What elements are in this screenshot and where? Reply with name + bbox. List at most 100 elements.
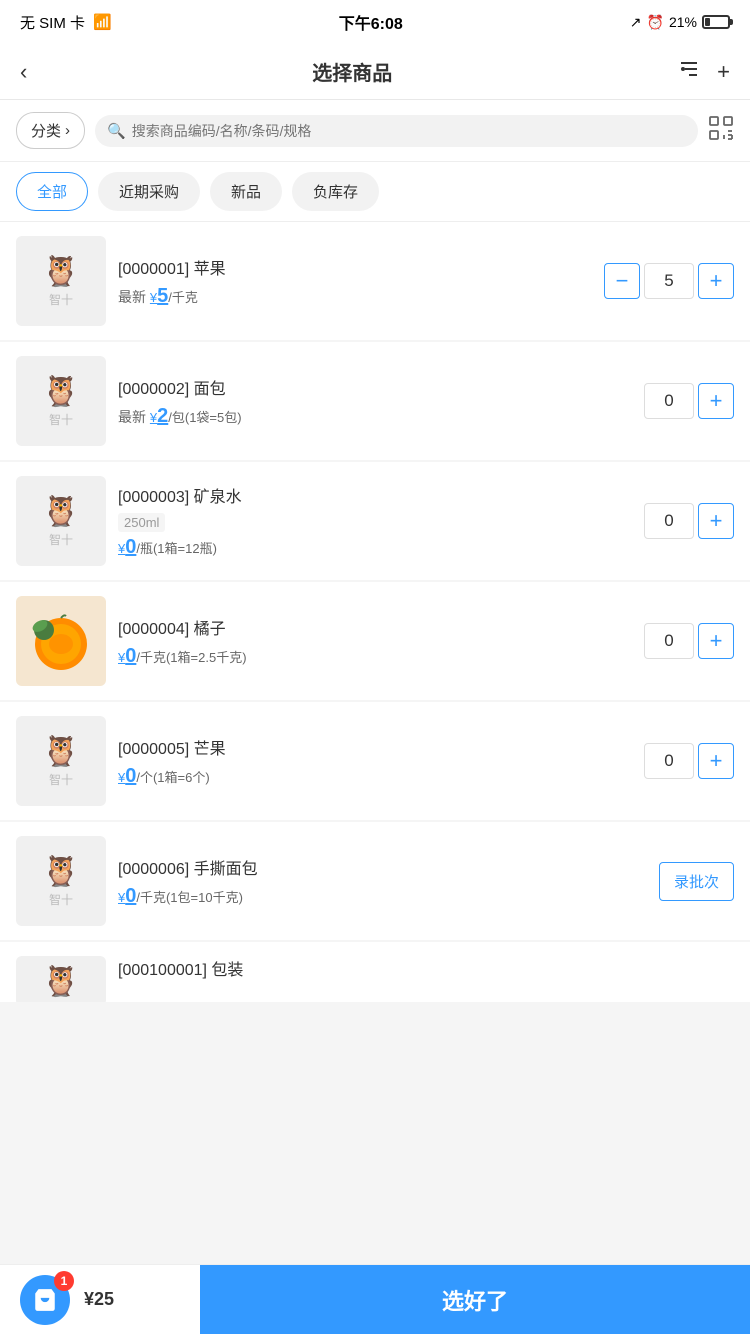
product-list: 🦉 智十 [0000001] 苹果 最新 ¥5/千克 − + 🦉 智十 [000… (0, 222, 750, 1002)
category-arrow: › (65, 122, 70, 139)
battery-percent: 21% (669, 14, 697, 30)
owl-placeholder: 🦉 智十 (16, 236, 106, 326)
quantity-input[interactable] (644, 263, 694, 299)
quantity-display: 0 (644, 503, 694, 539)
list-item: 🦉 智十 [0000005] 芒果 ¥0/个(1箱=6个) 0 + (0, 702, 750, 820)
quantity-increase-button[interactable]: + (698, 623, 734, 659)
product-thumbnail: 🦉 智十 (16, 836, 106, 926)
quantity-control: 0 + (640, 743, 734, 779)
bottom-bar: 1 ¥25 选好了 (0, 1264, 750, 1334)
add-button[interactable]: + (717, 59, 730, 85)
quantity-increase-button[interactable]: + (698, 263, 734, 299)
owl-icon: 🦉 (42, 964, 79, 999)
cart-button[interactable]: 1 (20, 1275, 70, 1325)
price-unit: /千克 (168, 290, 198, 305)
product-name: [0000004] 橘子 (118, 615, 628, 639)
status-right: ↗ ⏰ 21% (630, 14, 730, 31)
list-item: 🦉 智十 [0000003] 矿泉水 250ml ¥0/瓶(1箱=12瓶) 0 … (0, 462, 750, 580)
price-value: 2 (157, 405, 168, 427)
search-icon: 🔍 (107, 122, 126, 140)
product-thumbnail: 🦉 智十 (16, 356, 106, 446)
product-thumbnail: 🦉 智十 (16, 476, 106, 566)
product-info: [0000001] 苹果 最新 ¥5/千克 (118, 255, 592, 308)
scan-button[interactable] (708, 115, 734, 147)
quantity-increase-button[interactable]: + (698, 503, 734, 539)
quantity-display: 0 (644, 743, 694, 779)
confirm-button[interactable]: 选好了 (200, 1265, 750, 1334)
search-box: 🔍 (95, 115, 698, 147)
tab-recent[interactable]: 近期采购 (98, 172, 200, 211)
product-price: ¥0/瓶(1箱=12瓶) (118, 536, 628, 559)
quantity-increase-button[interactable]: + (698, 743, 734, 779)
price-label: 最新 (118, 289, 146, 305)
price-value: 0 (125, 645, 136, 667)
product-price: ¥0/个(1箱=6个) (118, 765, 628, 788)
owl-icon: 🦉 (42, 254, 79, 289)
list-item: 🦉 智十 [0000002] 面包 最新 ¥2/包(1袋=5包) 0 + (0, 342, 750, 460)
status-bar: 无 SIM 卡 📶 下午6:08 ↗ ⏰ 21% (0, 0, 750, 44)
category-button[interactable]: 分类 › (16, 112, 85, 149)
product-price: ¥0/千克(1包=10千克) (118, 885, 647, 908)
back-button[interactable]: ‹ (20, 59, 27, 85)
category-label: 分类 (31, 120, 61, 141)
cart-area: 1 ¥25 (0, 1275, 200, 1325)
cart-badge: 1 (54, 1271, 74, 1291)
list-item: [0000004] 橘子 ¥0/千克(1箱=2.5千克) 0 + (0, 582, 750, 700)
owl-placeholder: 🦉 智十 (16, 476, 106, 566)
tabs-bar: 全部 近期采购 新品 负库存 (0, 162, 750, 222)
cart-icon (32, 1287, 58, 1313)
cart-total: ¥25 (84, 1289, 114, 1310)
product-thumbnail: 🦉 智十 (16, 236, 106, 326)
product-spec: 250ml (118, 513, 165, 532)
owl-icon: 🦉 (42, 494, 79, 529)
price-value: 0 (125, 765, 136, 787)
price-value: 0 (125, 885, 136, 907)
owl-icon: 🦉 (42, 734, 79, 769)
product-info: [0000006] 手撕面包 ¥0/千克(1包=10千克) (118, 855, 647, 908)
product-info: [0000005] 芒果 ¥0/个(1箱=6个) (118, 735, 628, 788)
product-name: [0000006] 手撕面包 (118, 855, 647, 879)
product-thumbnail: 🦉 智十 (16, 716, 106, 806)
list-item: 🦉 [000100001] 包装 (0, 942, 750, 1002)
owl-placeholder: 🦉 智十 (16, 836, 106, 926)
quantity-control: − + (604, 263, 734, 299)
page-title: 选择商品 (312, 57, 392, 86)
quantity-increase-button[interactable]: + (698, 383, 734, 419)
product-info: [0000002] 面包 最新 ¥2/包(1袋=5包) (118, 375, 628, 428)
quantity-control: 0 + (640, 383, 734, 419)
batch-button[interactable]: 录批次 (659, 862, 734, 901)
product-price: 最新 ¥2/包(1袋=5包) (118, 405, 628, 428)
product-price: 最新 ¥5/千克 (118, 285, 592, 308)
search-input[interactable] (132, 123, 686, 139)
owl-icon: 🦉 (42, 374, 79, 409)
price-value: 0 (125, 536, 136, 558)
filter-button[interactable] (677, 57, 701, 87)
status-time: 下午6:08 (339, 10, 403, 34)
price-unit: /包(1袋=5包) (168, 410, 241, 425)
tab-negative[interactable]: 负库存 (292, 172, 379, 211)
owl-placeholder: 🦉 智十 (16, 716, 106, 806)
product-info: [000100001] 包装 (118, 956, 734, 986)
quantity-decrease-button[interactable]: − (604, 263, 640, 299)
product-name: [000100001] 包装 (118, 956, 734, 980)
nav-bar: ‹ 选择商品 + (0, 44, 750, 100)
product-thumbnail (16, 596, 106, 686)
nav-left: ‹ (20, 59, 27, 85)
wifi-icon: 📶 (93, 13, 112, 31)
orange-image (26, 606, 96, 676)
carrier-text: 无 SIM 卡 (20, 12, 85, 33)
owl-icon: 🦉 (42, 854, 79, 889)
price-unit: /千克(1包=10千克) (136, 890, 243, 905)
status-left: 无 SIM 卡 📶 (20, 12, 112, 33)
price-unit: /个(1箱=6个) (136, 770, 209, 785)
tab-all[interactable]: 全部 (16, 172, 88, 211)
product-thumbnail: 🦉 (16, 956, 106, 1002)
battery-tip (730, 19, 733, 25)
price-unit: /瓶(1箱=12瓶) (136, 541, 217, 556)
quantity-control: 录批次 (659, 862, 734, 901)
nav-right: + (677, 57, 730, 87)
product-name: [0000001] 苹果 (118, 255, 592, 279)
product-name: [0000005] 芒果 (118, 735, 628, 759)
product-info: [0000003] 矿泉水 250ml ¥0/瓶(1箱=12瓶) (118, 483, 628, 559)
tab-new[interactable]: 新品 (210, 172, 282, 211)
